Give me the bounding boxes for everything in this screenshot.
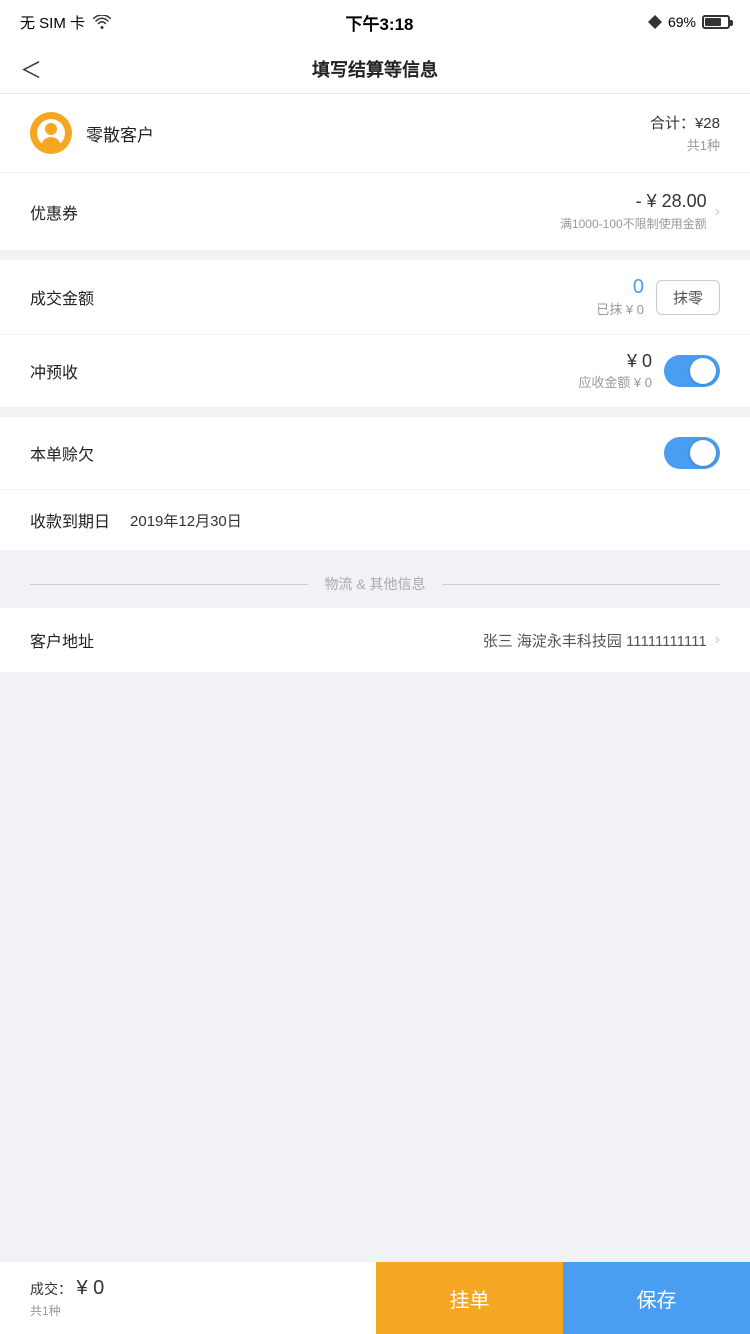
nav-bar: ＜ 填写结算等信息 <box>0 44 750 94</box>
customer-row: 零散客户 合计：¥28 共1种 <box>0 94 750 172</box>
logistics-divider-section: 物流 & 其他信息 <box>0 560 750 608</box>
bottom-deal-row: 成交： ¥ 0 <box>30 1277 346 1300</box>
customer-name: 零散客户 <box>86 121 154 146</box>
coupon-info: - ¥ 28.00 满1000-100不限制使用金额 <box>560 191 707 232</box>
amount-right: 0 已抹 ¥ 0 抹零 <box>596 276 720 318</box>
prepay-values: ¥ 0 应收金额 ¥ 0 <box>578 351 652 391</box>
chevron-right-icon: › <box>715 203 720 221</box>
save-button[interactable]: 保存 <box>563 1262 750 1334</box>
page-title: 填写结算等信息 <box>312 56 438 82</box>
location-icon <box>648 15 662 29</box>
amount-value: 0 <box>633 276 644 298</box>
coupon-discount: - ¥ 28.00 <box>560 191 707 212</box>
customer-section: 零散客户 合计：¥28 共1种 优惠券 - ¥ 28.00 满1000-100不… <box>0 94 750 250</box>
receivable-label: 应收金额 ¥ 0 <box>578 372 652 391</box>
sim-status: 无 SIM 卡 <box>20 12 85 33</box>
customer-total: 合计：¥28 共1种 <box>650 112 720 154</box>
status-left: 无 SIM 卡 <box>20 12 111 33</box>
logistics-divider: 物流 & 其他信息 <box>0 574 750 594</box>
logistics-label: 物流 & 其他信息 <box>324 574 425 594</box>
due-date-label: 收款到期日 <box>30 508 110 532</box>
deal-label: 成交： <box>30 1281 72 1297</box>
total-amount: 合计：¥28 <box>650 112 720 133</box>
debt-toggle[interactable] <box>664 437 720 469</box>
customer-left: 零散客户 <box>30 112 154 154</box>
deal-count: 共1种 <box>30 1302 346 1319</box>
toggle-knob <box>690 358 716 384</box>
coupon-right: - ¥ 28.00 满1000-100不限制使用金额 › <box>560 191 720 232</box>
status-bar: 无 SIM 卡 下午3:18 69% <box>0 0 750 44</box>
coupon-row[interactable]: 优惠券 - ¥ 28.00 满1000-100不限制使用金额 › <box>0 172 750 250</box>
address-row[interactable]: 客户地址 张三 海淀永丰科技园 11111111111 › <box>0 608 750 672</box>
back-button[interactable]: ＜ <box>20 53 42 85</box>
debt-label: 本单赊欠 <box>30 441 94 465</box>
prepay-label: 冲预收 <box>30 359 78 383</box>
address-right: 张三 海淀永丰科技园 11111111111 › <box>483 630 720 651</box>
due-date-value: 2019年12月30日 <box>130 510 242 531</box>
battery-icon <box>702 15 730 29</box>
total-count: 共1种 <box>650 135 720 154</box>
amount-label: 成交金额 <box>30 285 94 309</box>
address-chevron-icon: › <box>715 631 720 649</box>
customer-avatar <box>30 112 72 154</box>
amount-row: 成交金额 0 已抹 ¥ 0 抹零 <box>0 260 750 334</box>
address-value: 张三 海淀永丰科技园 11111111111 <box>483 630 707 651</box>
debt-toggle-knob <box>690 440 716 466</box>
status-right: 69% <box>648 14 730 30</box>
prepay-toggle[interactable] <box>664 355 720 387</box>
pending-button[interactable]: 挂单 <box>376 1262 563 1334</box>
prepay-row: 冲预收 ¥ 0 应收金额 ¥ 0 <box>0 334 750 407</box>
deal-value: ¥ 0 <box>76 1277 104 1299</box>
round-zero-button[interactable]: 抹零 <box>656 280 720 315</box>
amount-sub: 已抹 ¥ 0 <box>596 299 644 318</box>
debt-row: 本单赊欠 <box>0 417 750 489</box>
coupon-label: 优惠券 <box>30 200 78 224</box>
debt-section: 本单赊欠 收款到期日 2019年12月30日 <box>0 417 750 550</box>
prepay-right: ¥ 0 应收金额 ¥ 0 <box>578 351 720 391</box>
bottom-bar: 成交： ¥ 0 共1种 挂单 保存 <box>0 1262 750 1334</box>
amount-values: 0 已抹 ¥ 0 <box>596 276 644 318</box>
battery-percent: 69% <box>668 14 696 30</box>
wifi-icon <box>93 15 111 29</box>
status-time: 下午3:18 <box>345 10 413 35</box>
avatar-icon <box>37 119 65 147</box>
prepay-amount: ¥ 0 <box>627 351 652 371</box>
due-date-row: 收款到期日 2019年12月30日 <box>0 489 750 550</box>
address-section: 客户地址 张三 海淀永丰科技园 11111111111 › <box>0 608 750 672</box>
address-label: 客户地址 <box>30 628 94 652</box>
coupon-description: 满1000-100不限制使用金额 <box>560 215 707 232</box>
bottom-summary: 成交： ¥ 0 共1种 <box>0 1277 376 1319</box>
transaction-section: 成交金额 0 已抹 ¥ 0 抹零 冲预收 ¥ 0 应收金额 ¥ 0 <box>0 260 750 407</box>
